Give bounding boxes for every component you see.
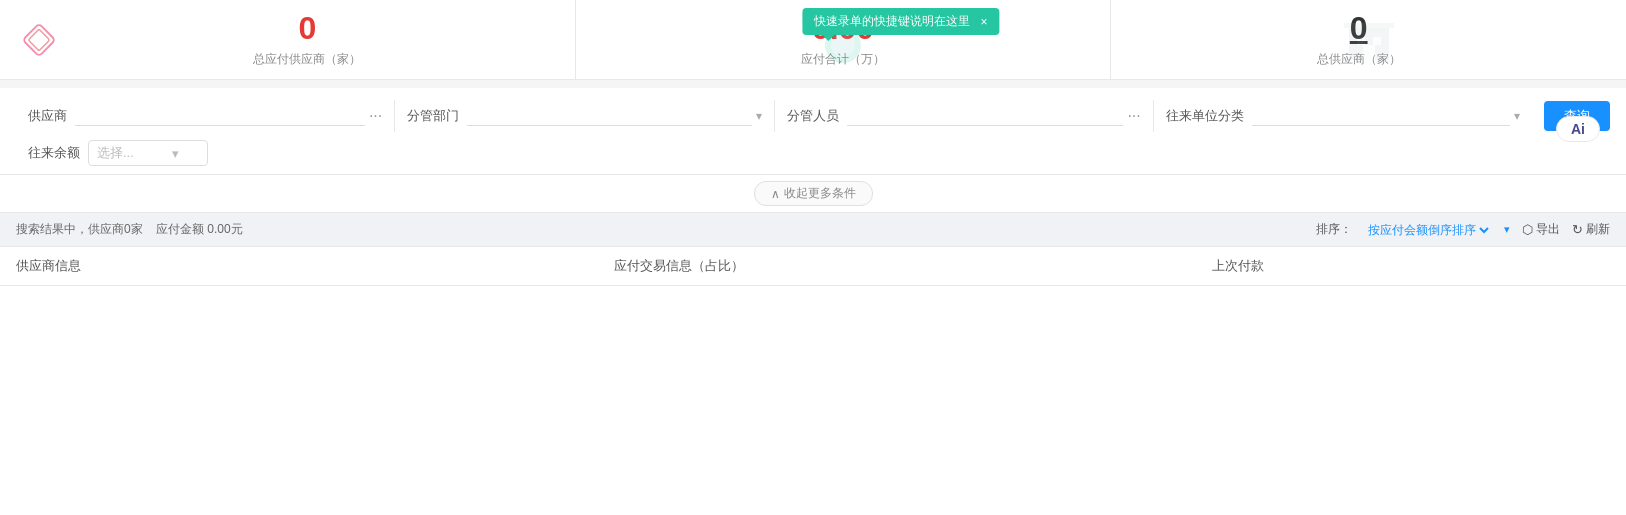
balance-select[interactable]: 选择... ▾ — [88, 140, 208, 166]
collapse-bar: ∧ 收起更多条件 — [0, 175, 1626, 213]
department-input[interactable] — [467, 106, 751, 126]
unit-category-field: 往来单位分类 ▾ — [1154, 100, 1532, 132]
department-field: 分管部门 ▾ — [395, 100, 774, 132]
unit-category-chevron-icon: ▾ — [1514, 109, 1520, 123]
manager-label: 分管人员 — [787, 107, 839, 125]
export-label: 导出 — [1536, 221, 1560, 238]
collapse-button[interactable]: ∧ 收起更多条件 — [754, 181, 873, 206]
refresh-button[interactable]: ↻ 刷新 — [1572, 221, 1610, 238]
stats-bar: 0 总应付供应商（家） 0.00 应付合计（万） 快速录单的快捷键说明在这里 × — [0, 0, 1626, 80]
col-header-trade: 应付交易信息（占比） — [614, 257, 1212, 275]
results-right: 排序： 按应付会额倒序排序 ▾ ⬡ 导出 ↻ 刷新 — [1316, 221, 1610, 238]
tooltip-area: 快速录单的快捷键说明在这里 × — [818, 0, 866, 24]
manager-input[interactable] — [847, 106, 1124, 126]
balance-label: 往来余额 — [28, 144, 80, 162]
chevron-down-sort-icon: ▾ — [1504, 223, 1510, 236]
manager-field: 分管人员 ··· — [775, 100, 1154, 132]
stat-total-suppliers: 0 总供应商（家） — [1111, 0, 1626, 79]
balance-placeholder: 选择... — [97, 144, 134, 162]
ai-button[interactable]: Ai — [1556, 116, 1600, 142]
col-header-payment: 上次付款 — [1212, 257, 1611, 275]
export-button[interactable]: ⬡ 导出 — [1522, 221, 1560, 238]
svg-rect-7 — [1344, 23, 1394, 28]
manager-more-btn[interactable]: ··· — [1127, 107, 1140, 125]
unit-category-label: 往来单位分类 — [1166, 107, 1244, 125]
table-body — [0, 286, 1626, 515]
department-chevron-icon: ▾ — [756, 109, 762, 123]
supplier-input[interactable] — [75, 106, 365, 126]
svg-rect-9 — [1373, 37, 1381, 45]
results-amount: 应付金额 0.00元 — [156, 222, 243, 236]
tooltip-close[interactable]: × — [980, 15, 987, 29]
diamond-icon — [16, 17, 62, 63]
filter-row-2: 往来余额 选择... ▾ — [16, 140, 1610, 166]
filter-row-1: 供应商 ··· 分管部门 ▾ 分管人员 ··· 往来单位分类 ▾ 查询 — [16, 100, 1610, 132]
supplier-field: 供应商 ··· — [16, 100, 395, 132]
supplier-label: 供应商 — [28, 107, 67, 125]
export-icon: ⬡ — [1522, 222, 1533, 237]
tooltip-bubble: 快速录单的快捷键说明在这里 × — [802, 8, 999, 35]
svg-point-5 — [831, 33, 855, 57]
svg-rect-10 — [1363, 45, 1375, 60]
unit-category-input[interactable] — [1252, 106, 1510, 126]
results-bar: 搜索结果中，供应商0家 应付金额 0.00元 排序： 按应付会额倒序排序 ▾ ⬡… — [0, 213, 1626, 247]
chevron-up-icon: ∧ — [771, 187, 780, 201]
stat-total-payable-suppliers: 0 总应付供应商（家） — [0, 0, 576, 79]
results-summary-text: 搜索结果中，供应商0家 — [16, 222, 143, 236]
balance-chevron-icon: ▾ — [172, 146, 179, 161]
results-summary: 搜索结果中，供应商0家 应付金额 0.00元 — [16, 221, 243, 238]
svg-rect-0 — [23, 23, 56, 56]
filter-area: 供应商 ··· 分管部门 ▾ 分管人员 ··· 往来单位分类 ▾ 查询 往来余额… — [0, 88, 1626, 175]
refresh-label: 刷新 — [1586, 221, 1610, 238]
total-payable-number: 0 — [298, 11, 316, 46]
table-header: 供应商信息 应付交易信息（占比） 上次付款 — [0, 247, 1626, 286]
sort-label: 排序： — [1316, 221, 1352, 238]
building-icon — [1339, 15, 1399, 65]
collapse-label: 收起更多条件 — [784, 185, 856, 202]
col-header-supplier: 供应商信息 — [16, 257, 614, 275]
department-label: 分管部门 — [407, 107, 459, 125]
refresh-icon: ↻ — [1572, 222, 1583, 237]
total-payable-label: 总应付供应商（家） — [253, 51, 361, 68]
tooltip-text: 快速录单的快捷键说明在这里 — [814, 13, 970, 30]
svg-rect-8 — [1357, 37, 1365, 45]
sort-select[interactable]: 按应付会额倒序排序 — [1364, 222, 1492, 238]
supplier-more-btn[interactable]: ··· — [369, 107, 382, 125]
